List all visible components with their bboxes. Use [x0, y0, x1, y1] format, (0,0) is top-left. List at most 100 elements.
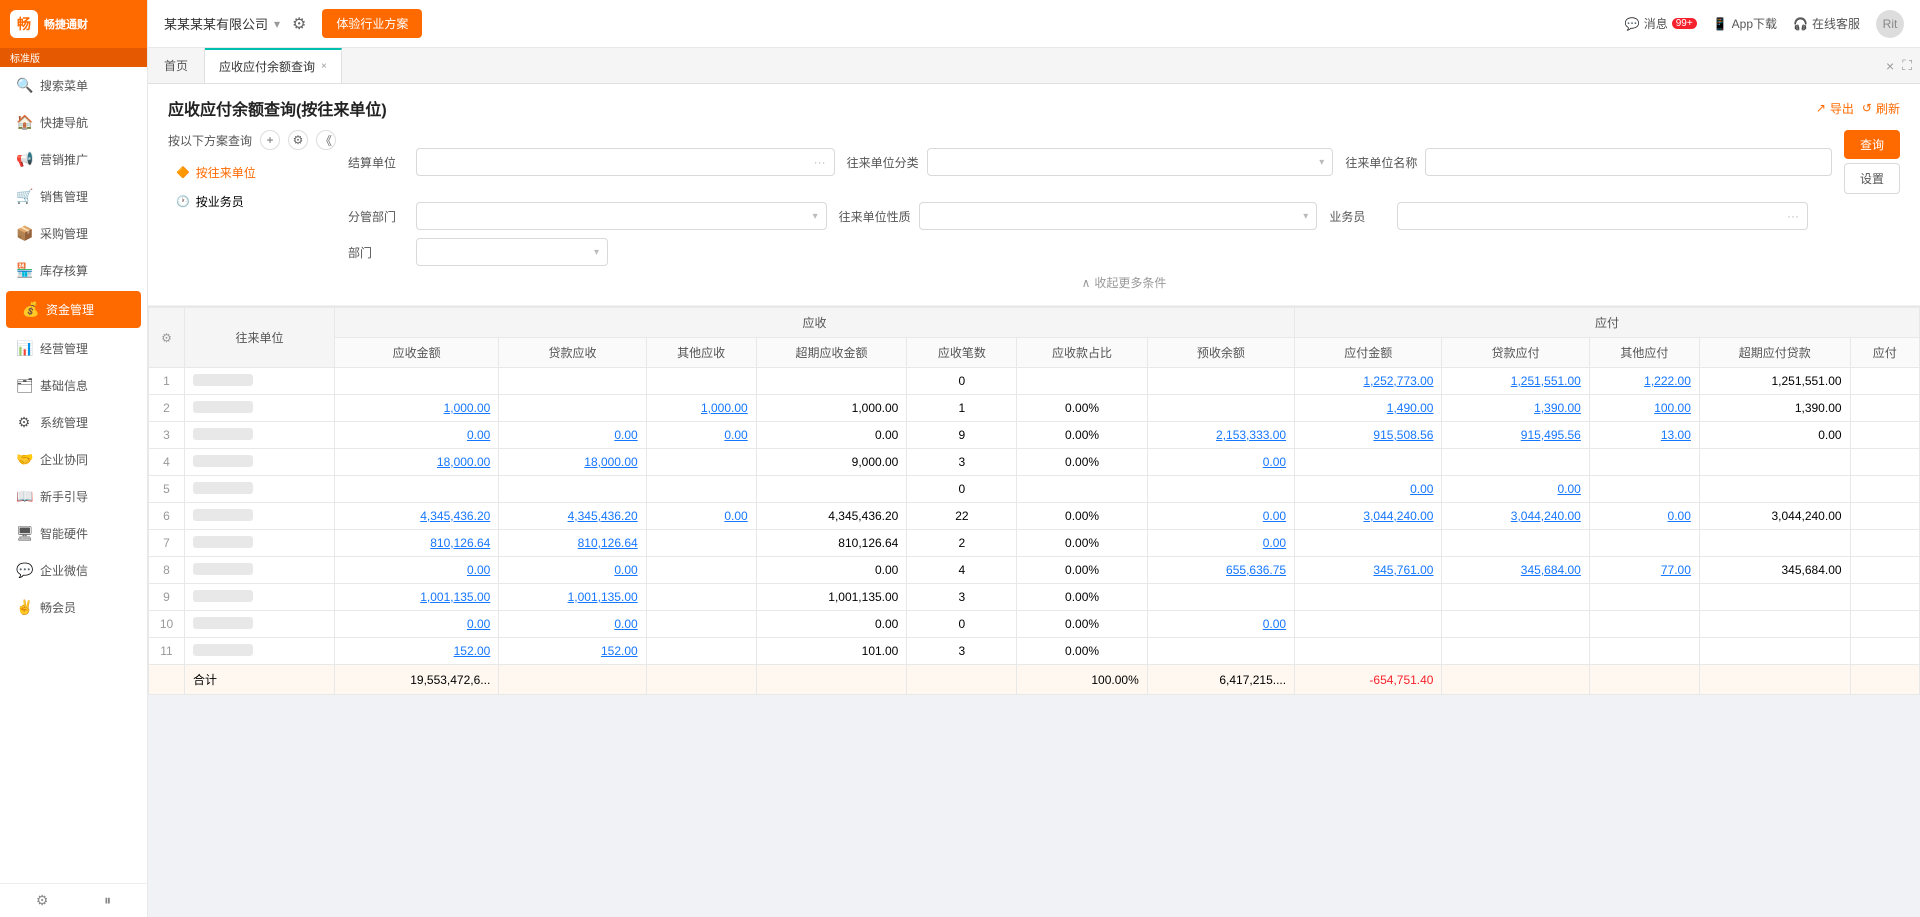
marketing-icon: 📢 [16, 151, 32, 168]
sidebar-logo: 畅 畅捷通财 [0, 0, 147, 48]
online-service-button[interactable]: 🎧 在线客服 [1793, 15, 1860, 32]
filter-add-button[interactable]: + [260, 130, 280, 150]
table-row: 3■■■■■0.000.000.000.0090.00%2,153,333.00… [149, 422, 1920, 449]
sidebar-item-inventory[interactable]: 🏪 库存核算 [0, 252, 147, 289]
sidebar-settings-icon[interactable]: ⚙ [36, 892, 49, 909]
pay-overdue-header: 超期应付贷款 [1699, 338, 1850, 368]
message-button[interactable]: 💬 消息 99+ [1625, 15, 1697, 32]
app-logo-text: 畅捷通财 [44, 16, 88, 32]
filter-field-division: 部门 ▾ [348, 238, 608, 266]
sidebar-item-system[interactable]: ⚙ 系统管理 [0, 404, 147, 441]
filter-settings-button[interactable]: ⚙ [288, 130, 308, 150]
service-icon: 🎧 [1793, 17, 1808, 31]
receivable-group-header: 应收 [335, 308, 1295, 338]
topbar-right: 💬 消息 99+ 📱 App下载 🎧 在线客服 Rit [1625, 10, 1904, 38]
table-settings-icon[interactable]: ⚙ [161, 331, 172, 345]
company-dropdown[interactable]: ▾ [274, 17, 280, 31]
member-icon: ✌ [16, 599, 32, 616]
breadcrumb: 某某某某有限公司 ▾ [164, 14, 280, 33]
partner-category-select[interactable]: ▾ [927, 148, 1334, 176]
refresh-button[interactable]: ↺ 刷新 [1862, 100, 1900, 117]
filter-field-partner-nature: 往来单位性质 ▾ [839, 202, 1318, 230]
user-avatar[interactable]: Rit [1876, 10, 1904, 38]
chevron-down-icon4: ▾ [594, 247, 599, 258]
filter-nav: 🔶 按往来单位 🕐 按业务员 [168, 160, 336, 214]
total-rec-prepay: 6,417,215.... [1147, 665, 1294, 695]
setting-button[interactable]: 设置 [1844, 163, 1900, 194]
topbar: 某某某某有限公司 ▾ ⚙ 体验行业方案 💬 消息 99+ 📱 App下载 🎧 在… [148, 0, 1920, 48]
rec-amount-header: 应收金额 [335, 338, 499, 368]
filter-field-dept: 分管部门 ▾ [348, 202, 827, 230]
sidebar-item-sales[interactable]: 🛒 销售管理 [0, 178, 147, 215]
sidebar-item-search[interactable]: 🔍 搜索菜单 [0, 67, 147, 104]
search-icon: 🔍 [16, 77, 32, 94]
window-close-icon[interactable]: × [1886, 58, 1894, 74]
tab-receivable-payable[interactable]: 应收应付余额查询 × [205, 48, 342, 83]
filter-area: 按以下方案查询 + ⚙ 《 🔶 按往来单位 🕐 [148, 120, 1920, 306]
query-button[interactable]: 查询 [1844, 130, 1900, 159]
rec-overdue-header: 超期应收金额 [756, 338, 907, 368]
sidebar-item-purchase[interactable]: 📦 采购管理 [0, 215, 147, 252]
export-button[interactable]: ↗ 导出 [1816, 100, 1854, 117]
chevron-down-icon: ▾ [1319, 157, 1324, 168]
fullscreen-icon[interactable]: ⛶ [1902, 57, 1912, 74]
total-pay-amount: -654,751.40 [1295, 665, 1442, 695]
filter-nav-partner[interactable]: 🔶 按往来单位 [168, 160, 336, 185]
chevron-down-icon2: ▾ [813, 211, 818, 222]
filter-collapse-button[interactable]: 《 [316, 130, 336, 150]
filter-form: 结算单位 ··· 往来单位分类 ▾ 往来单 [348, 130, 1900, 295]
hardware-icon: 🖥 [16, 525, 32, 542]
sidebar-item-corp[interactable]: 🤝 企业协同 [0, 441, 147, 478]
sidebar-item-marketing[interactable]: 📢 营销推广 [0, 141, 147, 178]
filter-field-salesperson: 业务员 ··· [1329, 202, 1808, 230]
base-icon: 🗂 [16, 377, 32, 394]
filter-nav-salesperson[interactable]: 🕐 按业务员 [168, 189, 336, 214]
main-area: 某某某某有限公司 ▾ ⚙ 体验行业方案 💬 消息 99+ 📱 App下载 🎧 在… [148, 0, 1920, 917]
export-icon: ↗ [1816, 101, 1826, 115]
table-row: 7■■■■■810,126.64810,126.64810,126.6420.0… [149, 530, 1920, 557]
table-row: 11■■■■■152.00152.00101.0030.00% [149, 638, 1920, 665]
sidebar-item-member[interactable]: ✌ 畅会员 [0, 589, 147, 626]
table-row: 674,345,436.204,345,436.200.004,345,436.… [149, 503, 1920, 530]
partner-col-header: 往来单位 [185, 308, 335, 368]
salesperson-input[interactable]: ··· [1397, 202, 1808, 230]
sidebar-item-nav[interactable]: 🏠 快捷导航 [0, 104, 147, 141]
app-icon: 📱 [1713, 17, 1728, 31]
division-select[interactable]: ▾ [416, 238, 608, 266]
pay-loan-header: 贷款应付 [1442, 338, 1589, 368]
partner-name-input[interactable] [1425, 148, 1832, 176]
chevron-up-icon: ∧ [1082, 276, 1091, 290]
filter-top: 按以下方案查询 + ⚙ 《 [168, 130, 336, 150]
partner-nature-select[interactable]: ▾ [919, 202, 1318, 230]
sidebar-item-capital[interactable]: 💰 资金管理 [6, 291, 141, 328]
sidebar-collapse-icon[interactable]: ⏸ [104, 892, 111, 909]
collapse-more-button[interactable]: ∧ 收起更多条件 [348, 270, 1900, 295]
tab-home[interactable]: 首页 [148, 48, 205, 83]
capital-icon: 💰 [22, 301, 38, 318]
page-title: 应收应付余额查询(按往来单位) [168, 96, 387, 120]
sidebar-item-hardware[interactable]: 🖥 智能硬件 [0, 515, 147, 552]
sidebar-bottom: ⚙ ⏸ [0, 883, 147, 917]
corp-icon: 🤝 [16, 451, 32, 468]
sidebar-item-wechat[interactable]: 💬 企业微信 [0, 552, 147, 589]
rec-count-header: 应收笔数 [907, 338, 1017, 368]
business-icon: 📊 [16, 340, 32, 357]
tab-close-icon[interactable]: × [321, 61, 327, 72]
filter-field-partner-name: 往来单位名称 [1345, 148, 1832, 176]
pay-extra-header: 应付 [1850, 338, 1919, 368]
settlement-unit-input[interactable]: ··· [416, 148, 835, 176]
total-label: 合计 [185, 665, 335, 695]
solution-button[interactable]: 体验行业方案 [322, 9, 422, 38]
dept-select[interactable]: ▾ [416, 202, 827, 230]
sidebar-item-guide[interactable]: 📖 新手引导 [0, 478, 147, 515]
app-download-button[interactable]: 📱 App下载 [1713, 15, 1777, 32]
home-icon: 🏠 [16, 114, 32, 131]
action-buttons: 查询 设置 [1844, 130, 1900, 194]
sidebar-item-business[interactable]: 📊 经营管理 [0, 330, 147, 367]
page-actions: ↗ 导出 ↺ 刷新 [1816, 100, 1900, 117]
rec-ratio-header: 应收款占比 [1017, 338, 1147, 368]
rec-loan-header: 贷款应收 [499, 338, 646, 368]
topbar-gear-icon[interactable]: ⚙ [292, 14, 306, 34]
system-icon: ⚙ [16, 414, 32, 431]
sidebar-item-base[interactable]: 🗂 基础信息 [0, 367, 147, 404]
